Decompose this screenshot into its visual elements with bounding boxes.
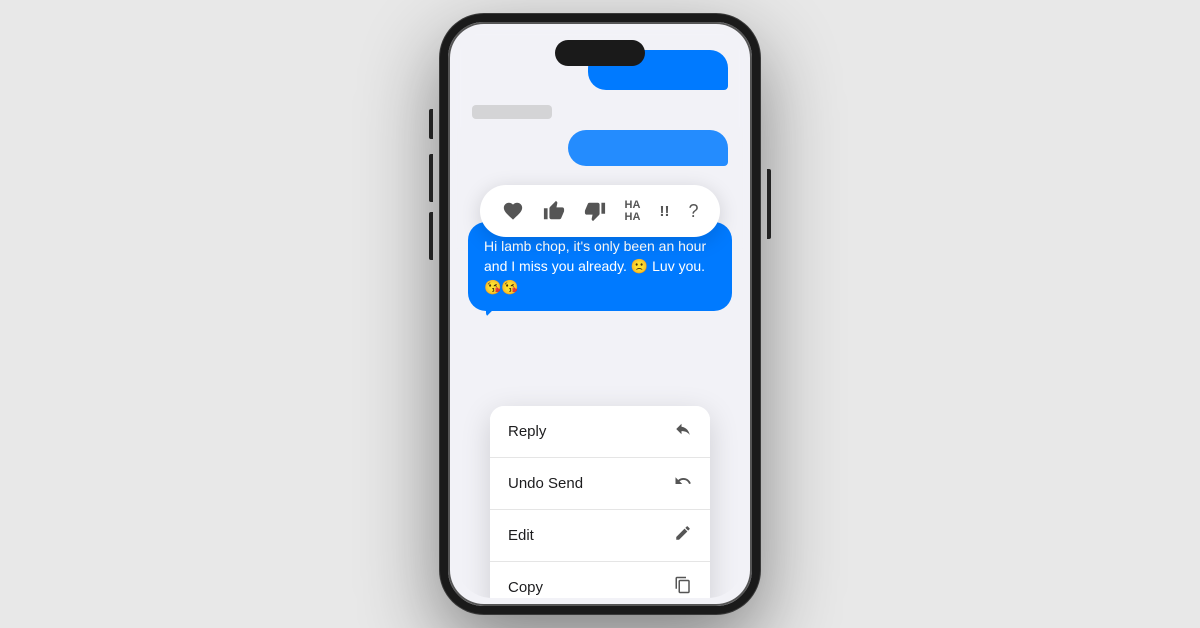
undo-send-icon: [674, 472, 692, 495]
phone-screen: HAHA !! ? Hi lamb chop, it's only been a…: [456, 30, 744, 598]
phone-frame: HAHA !! ? Hi lamb chop, it's only been a…: [440, 14, 760, 614]
phone-mockup: HAHA !! ? Hi lamb chop, it's only been a…: [440, 14, 760, 614]
context-menu: Reply Undo Send Edit: [490, 406, 710, 598]
power-button[interactable]: [767, 169, 771, 239]
volume-down-button[interactable]: [429, 212, 433, 260]
mute-button[interactable]: [429, 109, 433, 139]
blurred-bubble-2: [568, 130, 728, 166]
reply-menu-item[interactable]: Reply: [490, 406, 710, 458]
edit-menu-item[interactable]: Edit: [490, 510, 710, 562]
volume-up-button[interactable]: [429, 154, 433, 202]
reaction-bar: HAHA !! ?: [480, 185, 720, 237]
heart-reaction[interactable]: [502, 200, 524, 222]
copy-label: Copy: [508, 579, 543, 596]
thumbs-down-reaction[interactable]: [584, 200, 606, 222]
edit-label: Edit: [508, 527, 534, 544]
reply-icon: [674, 420, 692, 443]
blurred-timestamp: [472, 105, 552, 119]
copy-menu-item[interactable]: Copy: [490, 562, 710, 598]
thumbs-up-reaction[interactable]: [543, 200, 565, 222]
undo-send-menu-item[interactable]: Undo Send: [490, 458, 710, 510]
undo-send-label: Undo Send: [508, 475, 583, 492]
message-text: Hi lamb chop, it's only been an hour and…: [484, 238, 706, 295]
haha-reaction[interactable]: HAHA: [625, 199, 641, 223]
dynamic-island: [555, 40, 645, 66]
question-reaction[interactable]: ?: [688, 202, 698, 220]
exclaim-reaction[interactable]: !!: [659, 204, 669, 219]
reply-label: Reply: [508, 423, 546, 440]
edit-icon: [674, 524, 692, 547]
copy-icon: [674, 576, 692, 598]
